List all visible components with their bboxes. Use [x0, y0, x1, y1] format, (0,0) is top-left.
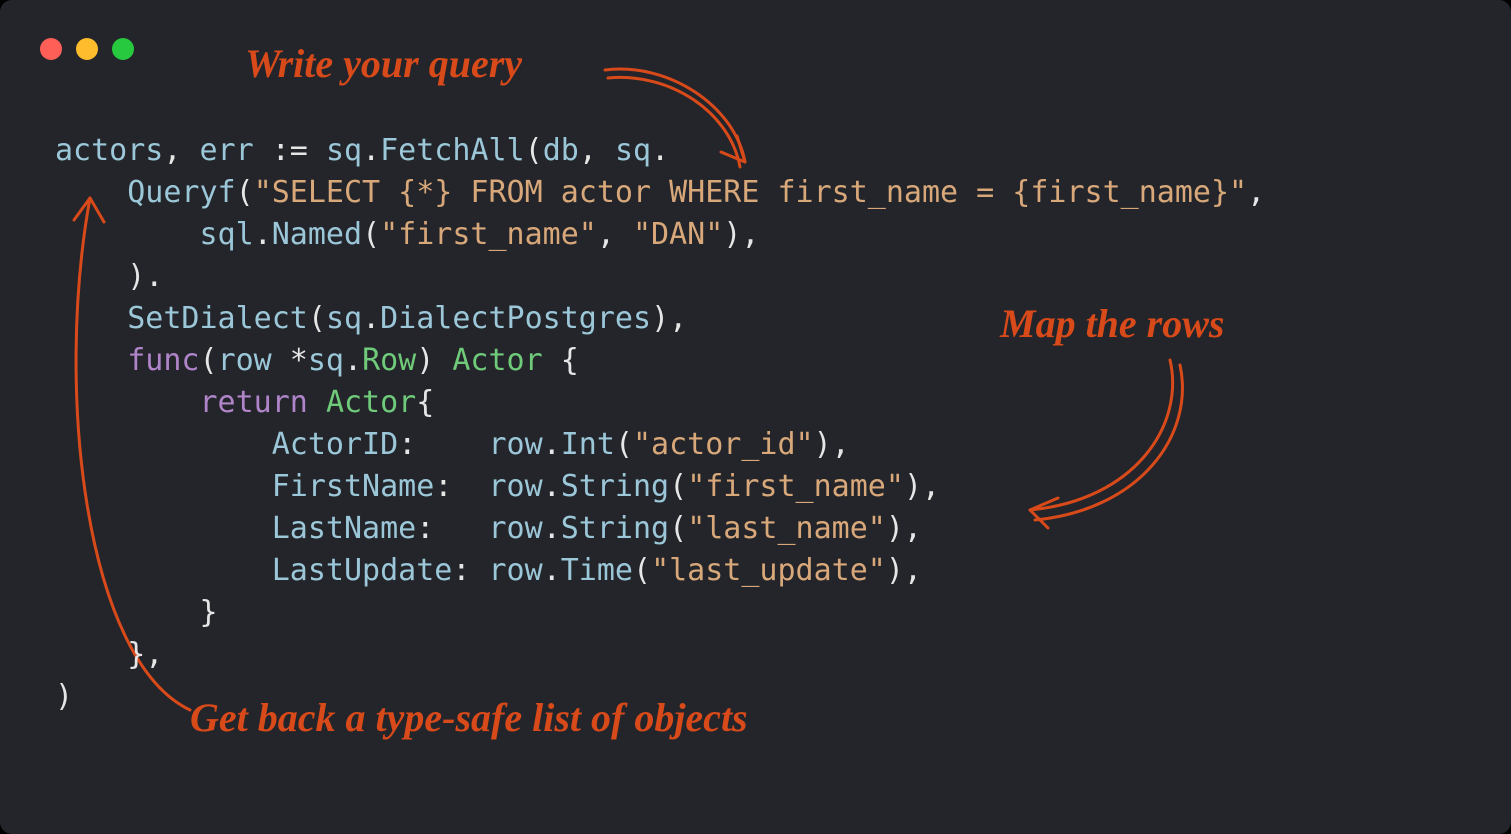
code-token: ),: [904, 469, 940, 504]
code-token: (: [669, 511, 687, 546]
code-token: [55, 427, 272, 462]
code-token: String: [561, 469, 669, 504]
code-token: [55, 343, 127, 378]
code-token: sq: [326, 133, 362, 168]
code-token: Actor: [326, 385, 416, 420]
code-token: [308, 385, 326, 420]
code-token: row: [218, 343, 272, 378]
code-token: {: [416, 385, 434, 420]
code-token: ),: [886, 511, 922, 546]
code-token: SetDialect: [127, 301, 308, 336]
code-token: FirstName: [272, 469, 435, 504]
code-token: (: [236, 175, 254, 210]
code-token: Actor: [452, 343, 542, 378]
code-block: actors, err := sq.FetchAll(db, sq. Query…: [55, 130, 1265, 718]
code-token: sq: [326, 301, 362, 336]
window-controls: [40, 38, 134, 60]
code-token: .: [543, 553, 561, 588]
code-token: "first_name": [687, 469, 904, 504]
code-token: :: [452, 553, 488, 588]
code-token: (: [525, 133, 543, 168]
code-token: "actor_id": [633, 427, 814, 462]
code-token: }: [200, 595, 218, 630]
code-token: ): [416, 343, 452, 378]
code-token: Time: [561, 553, 633, 588]
code-token: .: [543, 427, 561, 462]
code-token: *: [272, 343, 308, 378]
code-token: LastName: [272, 511, 417, 546]
code-token: return: [200, 385, 308, 420]
code-token: :: [398, 427, 488, 462]
code-token: "DAN": [633, 217, 723, 252]
code-token: (: [669, 469, 687, 504]
code-token: Int: [561, 427, 615, 462]
code-token: .: [362, 133, 380, 168]
code-token: },: [127, 637, 163, 672]
code-token: ),: [723, 217, 759, 252]
code-token: .: [254, 217, 272, 252]
code-token: ): [55, 679, 73, 714]
code-token: [55, 301, 127, 336]
code-token: ActorID: [272, 427, 398, 462]
code-token: "last_name": [687, 511, 886, 546]
code-token: (: [200, 343, 218, 378]
code-token: [55, 469, 272, 504]
code-token: :=: [254, 133, 326, 168]
code-token: FetchAll: [380, 133, 525, 168]
code-token: LastUpdate: [272, 553, 453, 588]
code-token: ,: [579, 133, 615, 168]
code-token: [55, 637, 127, 672]
code-token: [55, 553, 272, 588]
code-token: "first_name": [380, 217, 597, 252]
code-token: (: [362, 217, 380, 252]
code-token: sql: [200, 217, 254, 252]
code-token: sq: [615, 133, 651, 168]
code-token: func: [127, 343, 199, 378]
annotation-write-query: Write your query: [245, 42, 522, 86]
code-token: sq: [308, 343, 344, 378]
terminal-window: Write your query Map the rows Get back a…: [0, 0, 1511, 834]
code-token: ,: [163, 133, 199, 168]
code-token: [55, 385, 200, 420]
code-token: [55, 259, 127, 294]
code-token: [55, 175, 127, 210]
code-token: .: [543, 511, 561, 546]
close-icon[interactable]: [40, 38, 62, 60]
zoom-icon[interactable]: [112, 38, 134, 60]
code-token: Row: [362, 343, 416, 378]
code-token: err: [200, 133, 254, 168]
code-token: "SELECT {*} FROM actor WHERE first_name …: [254, 175, 1247, 210]
code-token: (: [633, 553, 651, 588]
code-token: ),: [651, 301, 687, 336]
minimize-icon[interactable]: [76, 38, 98, 60]
code-token: ),: [814, 427, 850, 462]
code-token: row: [489, 469, 543, 504]
code-token: ).: [127, 259, 163, 294]
code-token: Queryf: [127, 175, 235, 210]
code-token: row: [489, 511, 543, 546]
code-token: actors: [55, 133, 163, 168]
code-token: .: [651, 133, 669, 168]
code-token: (: [615, 427, 633, 462]
code-token: ,: [1247, 175, 1265, 210]
code-token: [55, 217, 200, 252]
code-token: ),: [886, 553, 922, 588]
code-token: db: [543, 133, 579, 168]
code-token: String: [561, 511, 669, 546]
code-token: [55, 511, 272, 546]
code-token: .: [362, 301, 380, 336]
code-token: "last_update": [651, 553, 886, 588]
code-token: Named: [272, 217, 362, 252]
code-token: :: [416, 511, 488, 546]
code-token: (: [308, 301, 326, 336]
code-token: .: [344, 343, 362, 378]
code-token: row: [489, 427, 543, 462]
code-token: :: [434, 469, 488, 504]
code-token: .: [543, 469, 561, 504]
code-token: DialectPostgres: [380, 301, 651, 336]
code-token: row: [489, 553, 543, 588]
code-token: [55, 595, 200, 630]
code-token: ,: [597, 217, 633, 252]
code-token: {: [543, 343, 579, 378]
